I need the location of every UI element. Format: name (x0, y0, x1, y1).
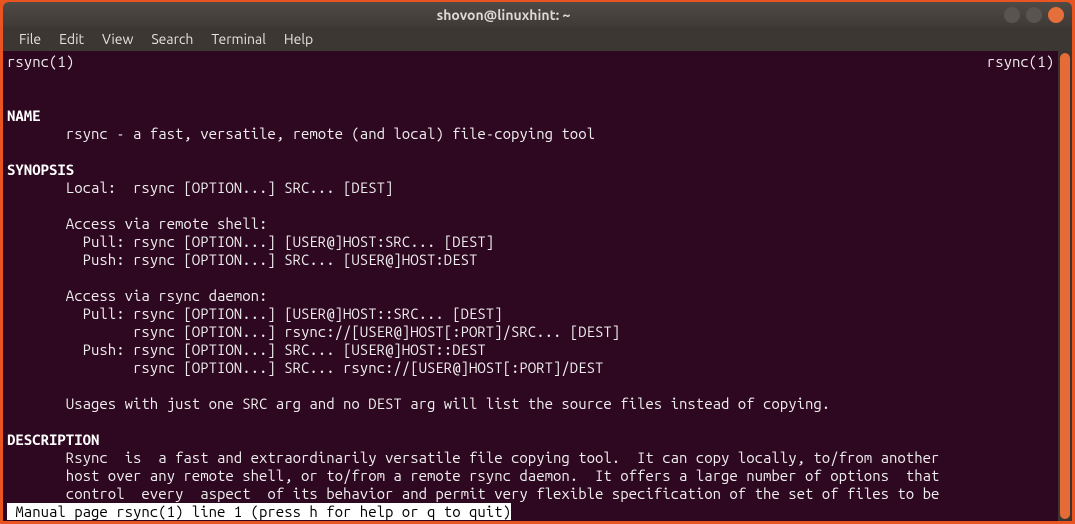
synopsis-line: Access via rsync daemon: (7, 287, 267, 304)
description-line: host over any remote shell, or to/from a… (7, 467, 939, 484)
window-titlebar: shovon@linuxhint: ~ (3, 2, 1072, 27)
minimize-button[interactable] (1004, 7, 1020, 23)
menu-terminal[interactable]: Terminal (203, 28, 274, 50)
synopsis-line: rsync [OPTION...] rsync://[USER@]HOST[:P… (7, 323, 620, 340)
menu-view[interactable]: View (94, 28, 141, 50)
scroll-thumb[interactable] (1060, 53, 1070, 519)
menu-file[interactable]: File (11, 28, 49, 50)
menubar: File Edit View Search Terminal Help (3, 27, 1072, 51)
synopsis-line: rsync [OPTION...] SRC... rsync://[USER@]… (7, 359, 603, 376)
man-header-left: rsync(1) (7, 53, 74, 71)
synopsis-line: Pull: rsync [OPTION...] [USER@]HOST:SRC.… (7, 233, 494, 250)
section-description: DESCRIPTION (7, 431, 99, 448)
synopsis-line: Pull: rsync [OPTION...] [USER@]HOST::SRC… (7, 305, 503, 322)
description-line: Rsync is a fast and extraordinarily vers… (7, 449, 939, 466)
maximize-button[interactable] (1026, 7, 1042, 23)
terminal-scrollbar[interactable] (1058, 51, 1072, 521)
name-line: rsync - a fast, versatile, remote (and l… (7, 125, 595, 142)
synopsis-line: Push: rsync [OPTION...] SRC... [USER@]HO… (7, 341, 486, 358)
synopsis-line: Usages with just one SRC arg and no DEST… (7, 395, 830, 412)
section-synopsis: SYNOPSIS (7, 161, 74, 178)
pager-status-line: Manual page rsync(1) line 1 (press h for… (7, 503, 511, 520)
synopsis-line: Push: rsync [OPTION...] SRC... [USER@]HO… (7, 251, 477, 268)
section-name: NAME (7, 107, 41, 124)
synopsis-line: Local: rsync [OPTION...] SRC... [DEST] (7, 179, 393, 196)
window-title: shovon@linuxhint: ~ (3, 7, 1004, 23)
terminal-area: rsync(1) rsync(1) NAME rsync - a fast, ve… (3, 51, 1072, 521)
terminal-output[interactable]: rsync(1) rsync(1) NAME rsync - a fast, ve… (3, 51, 1058, 521)
description-line: control every aspect of its behavior and… (7, 485, 939, 502)
menu-search[interactable]: Search (143, 28, 201, 50)
menu-edit[interactable]: Edit (51, 28, 92, 50)
close-button[interactable] (1048, 7, 1064, 23)
window-controls (1004, 7, 1072, 23)
man-header-right: rsync(1) (987, 53, 1054, 71)
menu-help[interactable]: Help (276, 28, 321, 50)
synopsis-line: Access via remote shell: (7, 215, 267, 232)
